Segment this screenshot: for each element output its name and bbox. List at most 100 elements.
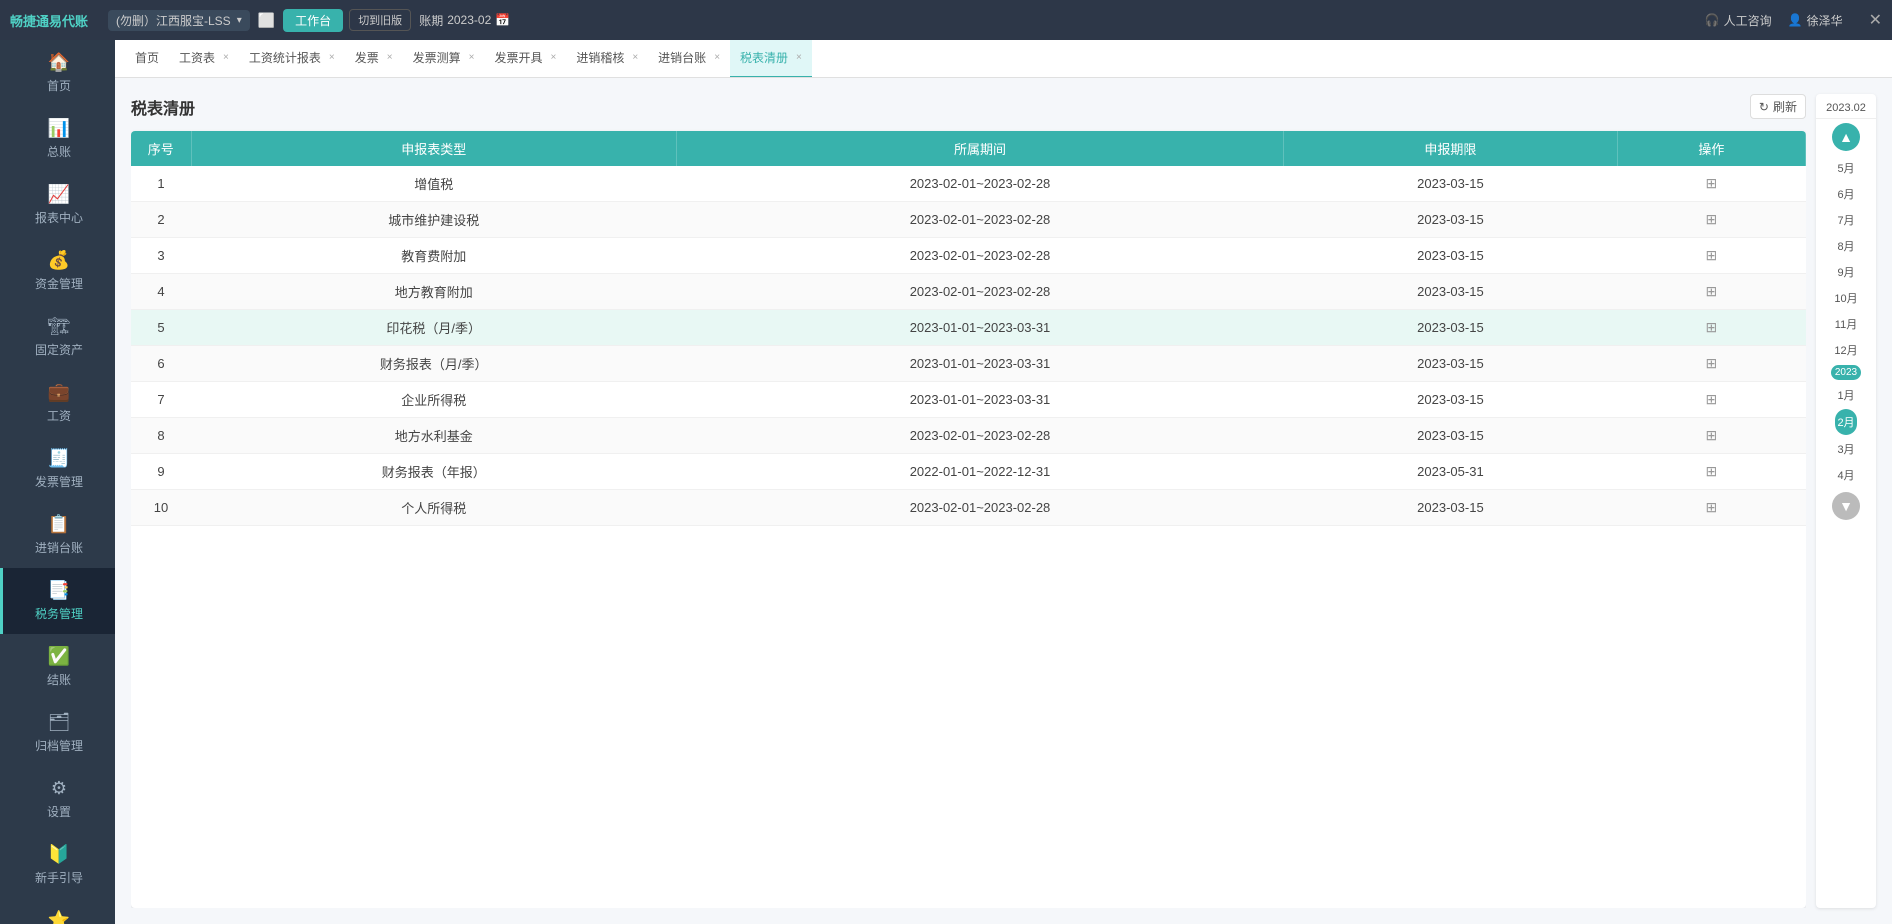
cell-action[interactable]: ⊞ <box>1617 454 1805 490</box>
sidebar-item-archive[interactable]: 🗂 归档管理 <box>0 700 115 766</box>
tab-close-icon[interactable]: × <box>714 52 720 63</box>
close-button[interactable]: ✕ <box>1869 10 1882 30</box>
cell-action[interactable]: ⊞ <box>1617 238 1805 274</box>
sidebar-item-home[interactable]: 🏠 首页 <box>0 40 115 106</box>
tab-close-icon[interactable]: × <box>550 52 556 63</box>
table-row: 8 地方水利基金 2023-02-01~2023-02-28 2023-03-1… <box>131 418 1806 454</box>
cell-period: 2023-01-01~2023-03-31 <box>676 346 1283 382</box>
action-icon[interactable]: ⊞ <box>1706 319 1718 335</box>
cell-action[interactable]: ⊞ <box>1617 346 1805 382</box>
date-nav-month-10[interactable]: 10月 <box>1816 285 1876 311</box>
cell-action[interactable]: ⊞ <box>1617 418 1805 454</box>
cell-action[interactable]: ⊞ <box>1617 274 1805 310</box>
company-copy-icon[interactable]: ⬜ <box>258 12 275 29</box>
tab-close-icon[interactable]: × <box>796 52 802 63</box>
cell-action[interactable]: ⊞ <box>1617 382 1805 418</box>
tab-salary[interactable]: 工资表 × <box>169 40 239 78</box>
cell-action[interactable]: ⊞ <box>1617 166 1805 202</box>
capital-icon: 💰 <box>48 250 70 271</box>
refresh-button[interactable]: ↻ 刷新 <box>1750 94 1806 119</box>
tab-sales-ledger[interactable]: 进销台账 × <box>648 40 730 78</box>
sidebar-item-sales[interactable]: 📋 进销台账 <box>0 502 115 568</box>
table-container: 序号 申报表类型 所属期间 申报期限 操作 1 增值税 2023-02-01~2… <box>131 131 1806 908</box>
date-nav-up-button[interactable]: ▲ <box>1832 123 1860 151</box>
date-nav-month-4[interactable]: 4月 <box>1816 462 1876 488</box>
date-nav-year-badge[interactable]: 2023 <box>1831 365 1861 380</box>
user-menu[interactable]: 👤 徐泽华 <box>1788 12 1843 29</box>
cell-period: 2023-01-01~2023-03-31 <box>676 382 1283 418</box>
sidebar-item-invoice[interactable]: 🧾 发票管理 <box>0 436 115 502</box>
sidebar-item-guide[interactable]: 🔰 新手引导 <box>0 832 115 898</box>
tab-invoice-open[interactable]: 发票开具 × <box>484 40 566 78</box>
tab-invoice-verify[interactable]: 发票测算 × <box>403 40 485 78</box>
date-nav-month-1[interactable]: 1月 <box>1816 382 1876 408</box>
tab-home[interactable]: 首页 <box>125 40 169 78</box>
action-icon[interactable]: ⊞ <box>1706 499 1718 515</box>
date-nav-month-6[interactable]: 6月 <box>1816 181 1876 207</box>
date-nav-month-12[interactable]: 12月 <box>1816 337 1876 363</box>
chevron-down-icon: ▾ <box>237 15 242 26</box>
tab-close-icon[interactable]: × <box>387 52 393 63</box>
tab-salary-report[interactable]: 工资统计报表 × <box>239 40 345 78</box>
cell-period: 2023-02-01~2023-02-28 <box>676 166 1283 202</box>
headset-icon: 🎧 <box>1705 13 1720 27</box>
sidebar-item-capital[interactable]: 💰 资金管理 <box>0 238 115 304</box>
sidebar-item-report[interactable]: 📈 报表中心 <box>0 172 115 238</box>
tab-label: 首页 <box>135 49 159 66</box>
sidebar-item-vip[interactable]: ⭐ 畅会员 <box>0 898 115 924</box>
date-nav-month-2-active[interactable]: 2月 <box>1835 409 1856 435</box>
sidebar-item-tax[interactable]: 📑 税务管理 <box>0 568 115 634</box>
date-nav-down-button[interactable]: ▼ <box>1832 492 1860 520</box>
action-icon[interactable]: ⊞ <box>1706 175 1718 191</box>
cell-no: 10 <box>131 490 191 526</box>
calendar-icon[interactable]: 📅 <box>495 13 510 27</box>
col-action: 操作 <box>1617 131 1805 166</box>
cell-type: 地方教育附加 <box>191 274 676 310</box>
sidebar-item-settings[interactable]: ⚙ 设置 <box>0 766 115 832</box>
period-value: 2023-02 <box>447 13 491 27</box>
action-icon[interactable]: ⊞ <box>1706 463 1718 479</box>
action-icon[interactable]: ⊞ <box>1706 391 1718 407</box>
action-icon[interactable]: ⊞ <box>1706 355 1718 371</box>
tab-close-icon[interactable]: × <box>329 52 335 63</box>
ledger-icon: 📊 <box>48 118 70 139</box>
tab-close-icon[interactable]: × <box>469 52 475 63</box>
action-icon[interactable]: ⊞ <box>1706 283 1718 299</box>
date-nav-month-7[interactable]: 7月 <box>1816 207 1876 233</box>
action-icon[interactable]: ⊞ <box>1706 211 1718 227</box>
tab-sales-audit[interactable]: 进销稽核 × <box>566 40 648 78</box>
workbench-button[interactable]: 工作台 <box>283 9 343 32</box>
guide-icon: 🔰 <box>48 844 70 865</box>
sidebar-item-salary[interactable]: 💼 工资 <box>0 370 115 436</box>
tab-tax-clear[interactable]: 税表清册 × <box>730 40 812 78</box>
date-nav-month-11[interactable]: 11月 <box>1816 311 1876 337</box>
date-nav-month-8[interactable]: 8月 <box>1816 233 1876 259</box>
cell-type: 财务报表（月/季） <box>191 346 676 382</box>
tab-invoice[interactable]: 发票 × <box>345 40 403 78</box>
sidebar-item-settlement[interactable]: ✅ 结账 <box>0 634 115 700</box>
cell-period: 2023-01-01~2023-03-31 <box>676 310 1283 346</box>
date-nav-month-9[interactable]: 9月 <box>1816 259 1876 285</box>
cell-action[interactable]: ⊞ <box>1617 490 1805 526</box>
tab-close-icon[interactable]: × <box>632 52 638 63</box>
cell-action[interactable]: ⊞ <box>1617 310 1805 346</box>
date-nav-month-3[interactable]: 3月 <box>1816 436 1876 462</box>
period-display: 账期 2023-02 📅 <box>419 12 510 29</box>
date-nav-month-5[interactable]: 5月 <box>1816 155 1876 181</box>
col-no: 序号 <box>131 131 191 166</box>
cell-deadline: 2023-03-15 <box>1284 382 1618 418</box>
action-icon[interactable]: ⊞ <box>1706 247 1718 263</box>
main-layout: 🏠 首页 📊 总账 📈 报表中心 💰 资金管理 🏗 固定资产 💼 工资 🧾 发票… <box>0 40 1892 924</box>
action-icon[interactable]: ⊞ <box>1706 427 1718 443</box>
cell-deadline: 2023-03-15 <box>1284 418 1618 454</box>
company-selector[interactable]: (勿删）江西服宝-LSS ▾ <box>108 10 250 31</box>
sidebar-item-assets[interactable]: 🏗 固定资产 <box>0 304 115 370</box>
cell-no: 1 <box>131 166 191 202</box>
switch-version-button[interactable]: 切到旧版 <box>349 9 411 31</box>
cell-action[interactable]: ⊞ <box>1617 202 1805 238</box>
tab-label: 发票 <box>355 49 379 66</box>
sidebar-item-ledger[interactable]: 📊 总账 <box>0 106 115 172</box>
cell-no: 9 <box>131 454 191 490</box>
human-consult-button[interactable]: 🎧 人工咨询 <box>1705 12 1772 29</box>
tab-close-icon[interactable]: × <box>223 52 229 63</box>
